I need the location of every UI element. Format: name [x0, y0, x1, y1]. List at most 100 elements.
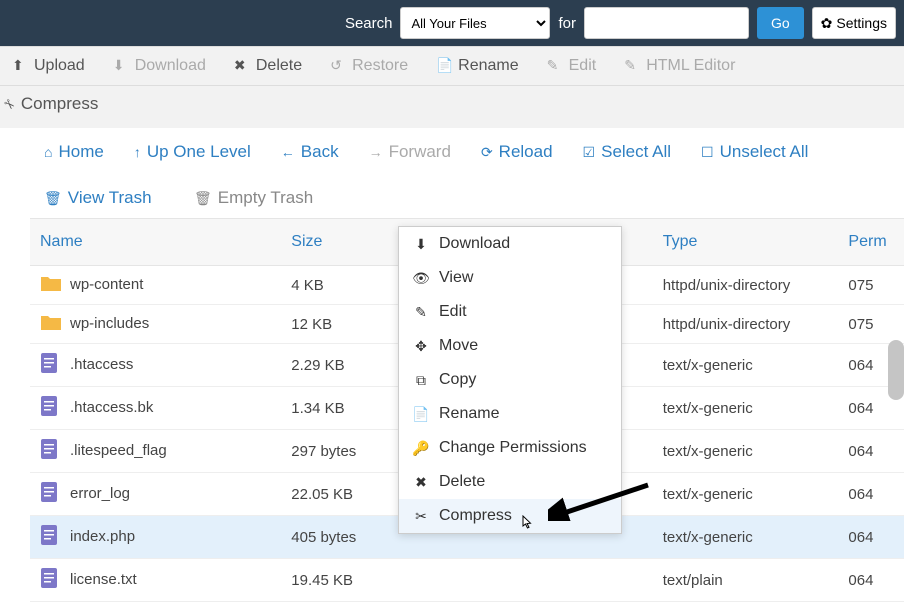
file-perm: 064 [838, 516, 904, 559]
file-name: wp-content [70, 276, 143, 293]
nav-actions: ⌂Home ↑ Up One Level ←Back → Forward ⟳ Relo… [0, 128, 904, 218]
restore-button[interactable]: ↺ Restore [330, 57, 408, 75]
folder-icon [40, 313, 62, 335]
file-icon [40, 524, 62, 550]
reload-label: Reload [499, 142, 553, 162]
reload-icon: ⟳ [481, 145, 493, 159]
settings-button[interactable]: ✿ Settings [812, 7, 896, 39]
up-label: Up One Level [147, 142, 251, 162]
ctx-label: Download [439, 235, 510, 253]
forward-button[interactable]: → Forward [369, 142, 451, 162]
go-button[interactable]: Go [757, 7, 804, 39]
col-perm-header[interactable]: Perm [838, 219, 904, 266]
restore-icon: ↺ [330, 58, 346, 74]
ctx-label: Compress [439, 507, 512, 525]
edit-button[interactable]: ✎Edit [547, 57, 597, 75]
file-size: 19.45 KB [281, 559, 412, 602]
html-icon: ✎ [624, 58, 640, 74]
file-type: httpd/unix-directory [653, 266, 839, 305]
ctx-view[interactable]: 👁View [399, 261, 621, 295]
delete-icon: ✖ [413, 474, 429, 490]
search-scope-select[interactable]: All Your Files [400, 7, 550, 39]
restore-label: Restore [352, 57, 408, 75]
file-size: 1.34 KB [281, 387, 412, 430]
unselect-all-button[interactable]: ☐Unselect All [701, 142, 808, 162]
html-editor-button[interactable]: ✎ HTML Editor [624, 57, 735, 75]
delete-icon: ✖ [234, 58, 250, 74]
ctx-label: Change Permissions [439, 439, 587, 457]
delete-label: Delete [256, 57, 302, 75]
select-all-label: Select All [601, 142, 671, 162]
context-menu: ⬇Download👁View✎Edit✥Move⧉Copy📄Rename🔑Cha… [398, 226, 622, 534]
col-size-header[interactable]: Size [281, 219, 412, 266]
back-button[interactable]: ←Back [281, 142, 339, 162]
file-perm: 064 [838, 559, 904, 602]
file-type: httpd/unix-directory [653, 305, 839, 344]
file-size: 4 KB [281, 266, 412, 305]
file-name: wp-includes [70, 315, 149, 332]
file-icon [40, 395, 62, 421]
unselect-all-label: Unselect All [720, 142, 809, 162]
file-name: .litespeed_flag [70, 442, 167, 459]
file-icon [40, 567, 62, 593]
up-icon: ↑ [134, 145, 141, 159]
file-perm: 064 [838, 473, 904, 516]
file-type: text/x-generic [653, 516, 839, 559]
col-name-header[interactable]: Name [30, 219, 281, 266]
search-input[interactable] [584, 7, 749, 39]
search-label: Search [345, 15, 393, 32]
up-one-level-button[interactable]: ↑ Up One Level [134, 142, 251, 162]
compress-toolbar-row: ✂ Compress [0, 86, 904, 128]
upload-icon: ⬆ [12, 58, 28, 74]
compress-icon: ✂ [413, 508, 429, 524]
settings-label: Settings [836, 15, 887, 31]
view-trash-button[interactable]: 🗑View Trash [44, 188, 164, 208]
back-label: Back [301, 142, 339, 162]
empty-trash-button[interactable]: 🗑Empty Trash [194, 188, 313, 208]
home-button[interactable]: ⌂Home [44, 142, 104, 162]
file-icon [40, 438, 62, 464]
upload-button[interactable]: ⬆ Upload [12, 57, 85, 75]
for-label: for [558, 15, 576, 32]
folder-icon [40, 274, 62, 296]
scrollbar[interactable] [888, 340, 904, 400]
download-button[interactable]: ⬇Download [113, 57, 206, 75]
file-icon [40, 352, 62, 378]
file-perm: 075 [838, 266, 904, 305]
ctx-change-permissions[interactable]: 🔑Change Permissions [399, 431, 621, 465]
forward-icon: → [369, 145, 383, 159]
file-type: text/x-generic [653, 430, 839, 473]
ctx-compress[interactable]: ✂ Compress [399, 499, 621, 533]
file-name: .htaccess [70, 356, 133, 373]
forward-label: Forward [389, 142, 451, 162]
compress-icon: ✂ [1, 96, 18, 113]
rename-icon: 📄 [413, 406, 429, 422]
file-type: text/plain [653, 559, 839, 602]
reload-button[interactable]: ⟳ Reload [481, 142, 553, 162]
ctx-move[interactable]: ✥Move [399, 329, 621, 363]
file-size: 2.29 KB [281, 344, 412, 387]
compress-button[interactable]: Compress [21, 94, 98, 114]
file-size: 405 bytes [281, 516, 412, 559]
table-row[interactable]: license.txt 19.45 KB text/plain064 [30, 559, 904, 602]
col-type-header[interactable]: Type [653, 219, 839, 266]
file-type: text/x-generic [653, 473, 839, 516]
ctx-delete[interactable]: ✖Delete [399, 465, 621, 499]
rename-button[interactable]: 📄Rename [436, 57, 518, 75]
upload-label: Upload [34, 57, 85, 75]
ctx-edit[interactable]: ✎Edit [399, 295, 621, 329]
file-type: text/x-generic [653, 387, 839, 430]
file-name: license.txt [70, 571, 137, 588]
ctx-rename[interactable]: 📄Rename [399, 397, 621, 431]
html-editor-label: HTML Editor [646, 57, 735, 75]
delete-button[interactable]: ✖ Delete [234, 57, 302, 75]
top-search-bar: Search All Your Files for Go ✿ Settings [0, 0, 904, 46]
pencil-icon: ✎ [413, 304, 429, 320]
ctx-download[interactable]: ⬇Download [399, 227, 621, 261]
check-icon: ☑ [583, 145, 596, 159]
empty-trash-label: Empty Trash [218, 188, 313, 208]
download-icon: ⬇ [113, 58, 129, 74]
ctx-copy[interactable]: ⧉Copy [399, 363, 621, 397]
rename-label: Rename [458, 57, 518, 75]
select-all-button[interactable]: ☑ Select All [583, 142, 672, 162]
